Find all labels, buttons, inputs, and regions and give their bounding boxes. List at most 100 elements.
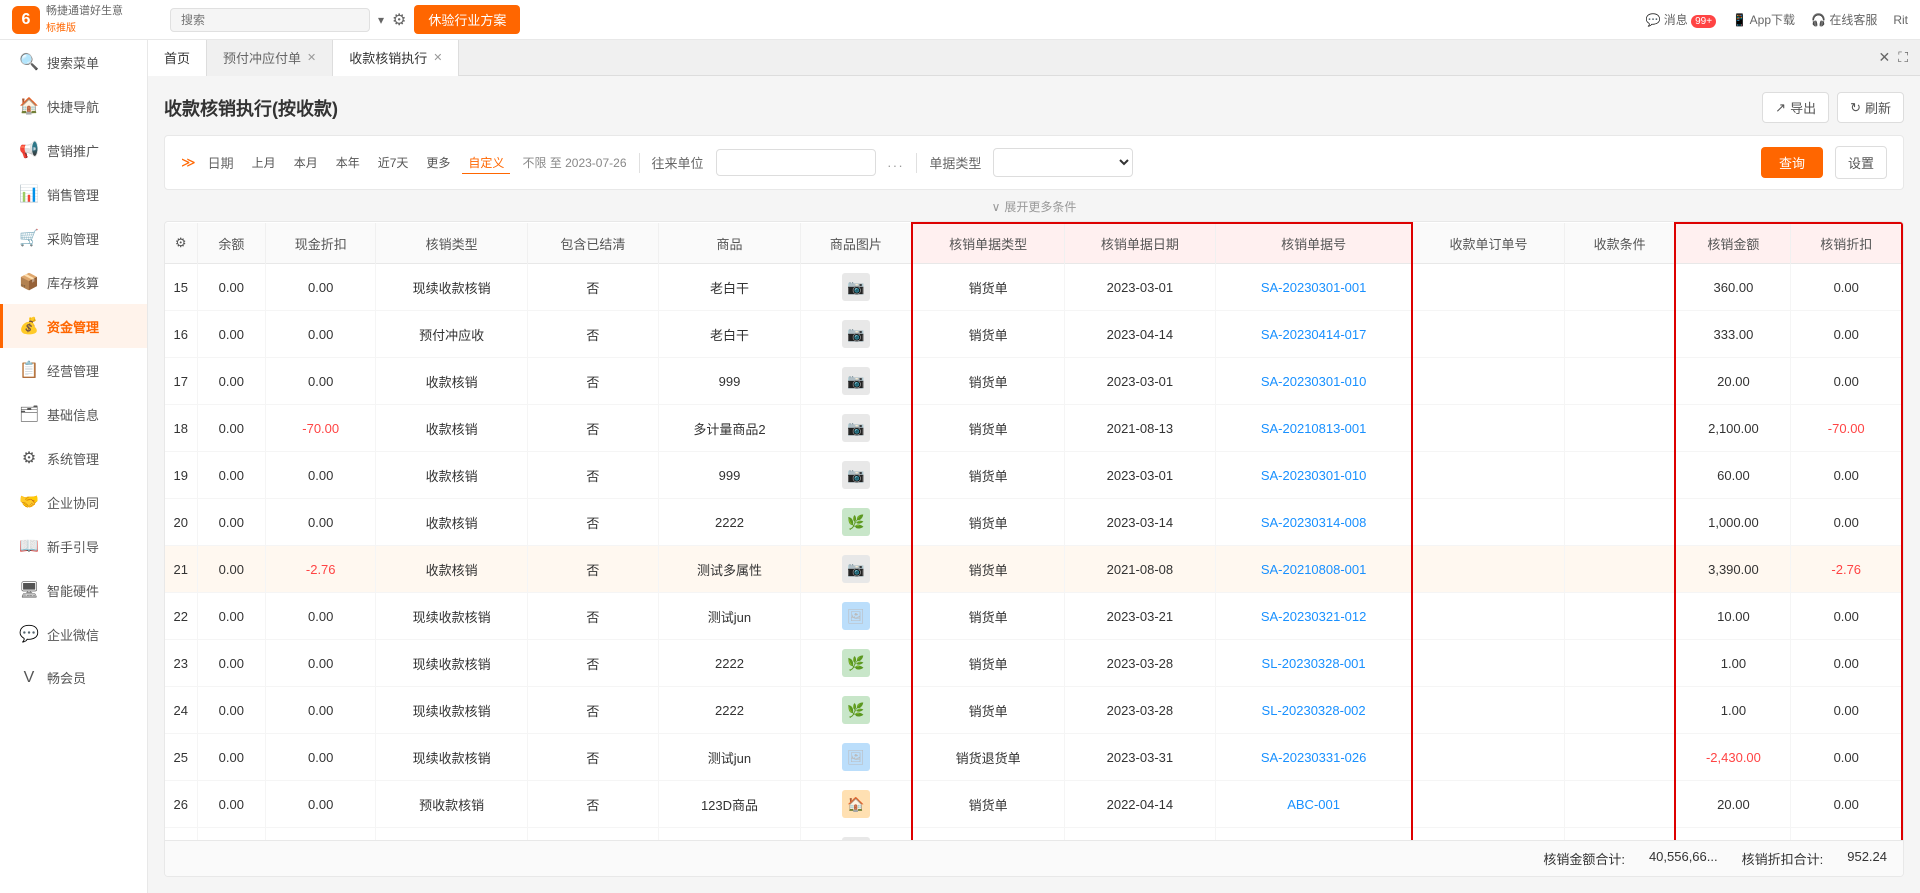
table-row[interactable]: 25 0.00 0.00 现续收款核销 否 测试jun 🖼 销货退货单 2023… (165, 734, 1902, 781)
cell-cancel-no[interactable]: SA-20230301-010 (1216, 358, 1412, 405)
sidebar-item-vip[interactable]: V 畅会员 (0, 656, 147, 699)
cancel-no-link[interactable]: SA-20210813-001 (1261, 421, 1367, 436)
table-row[interactable]: 20 0.00 0.00 收款核销 否 2222 🌿 销货单 2023-03-1… (165, 499, 1902, 546)
cell-cancel-amount: 1.00 (1675, 640, 1791, 687)
cancel-no-link[interactable]: SA-20210808-001 (1261, 562, 1367, 577)
table-row[interactable]: 18 0.00 -70.00 收款核销 否 多计量商品2 📷 销货单 2021-… (165, 405, 1902, 452)
cell-receipt-condition (1564, 452, 1675, 499)
cancel-no-link[interactable]: SA-20230301-010 (1261, 468, 1367, 483)
voucher-type-select[interactable] (993, 148, 1133, 177)
cell-cancel-no[interactable]: SA-20210808-001 (1216, 546, 1412, 593)
cell-receipt-order-no (1412, 781, 1564, 828)
close-prepay-icon[interactable]: ✕ (307, 51, 316, 64)
table-row[interactable]: 22 0.00 0.00 现续收款核销 否 测试jun 🖼 销货单 2023-0… (165, 593, 1902, 640)
cell-cancel-discount: 0.00 (1791, 311, 1902, 358)
cell-product: 测试jun (658, 593, 800, 640)
th-settings[interactable]: ⚙ (165, 223, 197, 264)
app-download-link[interactable]: 📱 App下载 (1732, 11, 1795, 28)
cell-cash-discount: 0.00 (266, 687, 376, 734)
cell-cancel-no[interactable]: SL-20230328-001 (1216, 640, 1412, 687)
sidebar-item-enterprise[interactable]: 🤝 企业协同 (0, 480, 147, 524)
export-button[interactable]: ↗ 导出 (1762, 92, 1829, 123)
sidebar-item-wechat[interactable]: 💬 企业微信 (0, 612, 147, 656)
cell-cancel-no[interactable]: SA-20230301-010 (1216, 452, 1412, 499)
refresh-button[interactable]: ↻ 刷新 (1837, 92, 1904, 123)
cell-cancel-no[interactable]: SA-20230314-008 (1216, 499, 1412, 546)
cancel-no-link[interactable]: SA-20230314-008 (1261, 515, 1367, 530)
table-row[interactable]: 27 0.00 0.00 现续收款核销 否 衣服00001 📷 销货单 2023… (165, 828, 1902, 841)
cancel-no-link[interactable]: SA-20230301-001 (1261, 280, 1367, 295)
table-row[interactable]: 24 0.00 0.00 现续收款核销 否 2222 🌿 销货单 2023-03… (165, 687, 1902, 734)
sidebar-item-marketing[interactable]: 📢 营销推广 (0, 128, 147, 172)
cancel-no-link[interactable]: SA-20230301-010 (1261, 374, 1367, 389)
table-scroll[interactable]: ⚙ 余额 现金折扣 核销类型 包含已结清 商品 商品图片 核销单据类型 核销单据… (165, 222, 1903, 840)
table-row[interactable]: 16 0.00 0.00 预付冲应收 否 老白干 📷 销货单 2023-04-1… (165, 311, 1902, 358)
cell-cancel-no[interactable]: SA-20230301-001 (1216, 264, 1412, 311)
table-row[interactable]: 23 0.00 0.00 现续收款核销 否 2222 🌿 销货单 2023-03… (165, 640, 1902, 687)
settings-button[interactable]: 设置 (1835, 146, 1887, 179)
close-receipt-cancel-icon[interactable]: ✕ (433, 51, 442, 64)
filter-more[interactable]: 更多 (420, 152, 456, 174)
message-icon-area[interactable]: 💬 消息 99+ (1645, 11, 1716, 28)
from-unit-input[interactable] (716, 149, 876, 176)
sidebar-item-smart-hw[interactable]: 🖥 智能硬件 (0, 568, 147, 612)
filter-toggle-btn[interactable]: ≫ (181, 154, 196, 171)
sidebar-item-sales[interactable]: 📊 销售管理 (0, 172, 147, 216)
tab-receipt-cancel[interactable]: 收款核销执行 ✕ (333, 40, 459, 76)
cancel-no-link[interactable]: SL-20230328-002 (1262, 703, 1366, 718)
sidebar-item-purchase[interactable]: 🛒 采购管理 (0, 216, 147, 260)
query-button[interactable]: 查询 (1761, 147, 1823, 178)
table-row[interactable]: 21 0.00 -2.76 收款核销 否 测试多属性 📷 销货单 2021-08… (165, 546, 1902, 593)
top-bar-right: 💬 消息 99+ 📱 App下载 🎧 在线客服 Rit (1645, 11, 1908, 28)
cell-cash-discount: 0.00 (266, 781, 376, 828)
tab-prepay[interactable]: 预付冲应付单 ✕ (207, 40, 333, 76)
cell-cancel-type: 现续收款核销 (376, 593, 528, 640)
sidebar-item-quick-nav[interactable]: 🏠 快捷导航 (0, 84, 147, 128)
footer-cancel-amount-total: 40,556,66... (1649, 849, 1718, 868)
cancel-no-link[interactable]: SA-20230331-026 (1261, 750, 1367, 765)
cell-cancel-no[interactable]: SL-20230328-002 (1216, 687, 1412, 734)
sidebar-item-system[interactable]: ⚙ 系统管理 (0, 436, 147, 480)
filter-custom[interactable]: 自定义 (462, 152, 510, 174)
cell-cancel-no[interactable]: SA-20230414-017 (1216, 311, 1412, 358)
close-window-icon[interactable]: ✕ (1878, 49, 1890, 66)
cell-cancel-discount: 0.00 (1791, 687, 1902, 734)
search-input[interactable] (170, 8, 370, 32)
cell-balance: 0.00 (197, 828, 266, 841)
expand-more-btn[interactable]: ∨ 展开更多条件 (992, 198, 1077, 215)
filter-this-month[interactable]: 本月 (288, 152, 324, 174)
cell-cancel-no[interactable]: ABC-001 (1216, 781, 1412, 828)
sidebar-item-search[interactable]: 🔍 搜索菜单 (0, 40, 147, 84)
cell-cancel-type: 现续收款核销 (376, 264, 528, 311)
cell-cancel-no[interactable]: SA-20210813-001 (1216, 405, 1412, 452)
tab-home[interactable]: 首页 (148, 40, 207, 76)
sidebar-item-operations[interactable]: 📋 经营管理 (0, 348, 147, 392)
cell-cancel-amount: 10.00 (1675, 593, 1791, 640)
dropdown-toggle[interactable]: ▾ (378, 13, 384, 27)
cancel-no-link[interactable]: SA-20230321-012 (1261, 609, 1367, 624)
maximize-icon[interactable]: ⛶ (1898, 49, 1908, 66)
promo-button[interactable]: 休验行业方案 (414, 5, 520, 34)
cell-cancel-discount: 0.00 (1791, 640, 1902, 687)
table-row[interactable]: 26 0.00 0.00 预收款核销 否 123D商品 🏠 销货单 2022-0… (165, 781, 1902, 828)
cell-cancel-amount: 20.00 (1675, 358, 1791, 405)
table-row[interactable]: 15 0.00 0.00 现续收款核销 否 老白干 📷 销货单 2023-03-… (165, 264, 1902, 311)
cell-cancel-voucher-type: 销货单 (912, 640, 1064, 687)
filter-last-month[interactable]: 上月 (246, 152, 282, 174)
cancel-no-link[interactable]: SA-20230414-017 (1261, 327, 1367, 342)
sidebar-item-guide[interactable]: 📖 新手引导 (0, 524, 147, 568)
sidebar-item-inventory[interactable]: 📦 库存核算 (0, 260, 147, 304)
cell-cancel-no[interactable]: SL-20230408-001 (1216, 828, 1412, 841)
table-row[interactable]: 19 0.00 0.00 收款核销 否 999 📷 销货单 2023-03-01… (165, 452, 1902, 499)
gear-icon[interactable]: ⚙ (392, 10, 406, 30)
table-row[interactable]: 17 0.00 0.00 收款核销 否 999 📷 销货单 2023-03-01… (165, 358, 1902, 405)
sidebar-item-basic-info[interactable]: 🗂 基础信息 (0, 392, 147, 436)
filter-this-year[interactable]: 本年 (330, 152, 366, 174)
online-service-link[interactable]: 🎧 在线客服 (1811, 11, 1877, 28)
cell-cancel-no[interactable]: SA-20230331-026 (1216, 734, 1412, 781)
cancel-no-link[interactable]: ABC-001 (1287, 797, 1340, 812)
filter-last7[interactable]: 近7天 (372, 152, 415, 174)
cancel-no-link[interactable]: SL-20230328-001 (1262, 656, 1366, 671)
cell-cancel-no[interactable]: SA-20230321-012 (1216, 593, 1412, 640)
sidebar-item-finance[interactable]: 💰 资金管理 (0, 304, 147, 348)
